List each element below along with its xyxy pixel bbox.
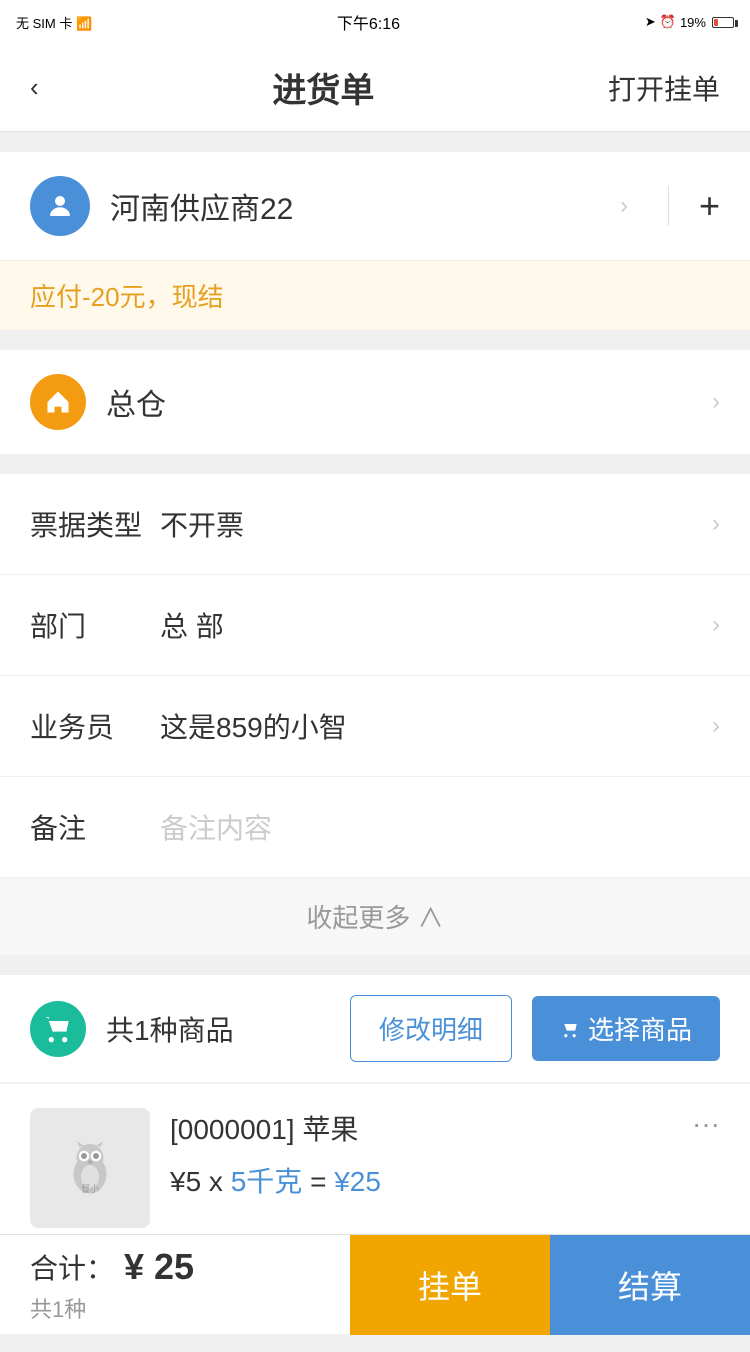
gap-4 (0, 955, 750, 975)
status-bar: 无 SIM 卡 ‪📶 下午6:16 ➤ ⏰ 19% (0, 0, 750, 44)
supplier-name: 河南供应商22 (110, 184, 620, 228)
salesperson-chevron-icon: › (712, 712, 720, 740)
product-quantity: 5千克 (231, 1166, 303, 1197)
hang-button[interactable]: 挂单 (350, 1235, 550, 1335)
gap-1 (0, 132, 750, 152)
product-unit-price: ¥5 x (170, 1166, 231, 1197)
status-time: 下午6:16 (337, 10, 400, 34)
supplier-section: 河南供应商22 › + 应付-20元，现结 (0, 152, 750, 330)
products-icon-bg (30, 1001, 86, 1057)
product-name: [0000001] 苹果 (170, 1108, 672, 1148)
gap-3 (0, 454, 750, 474)
checkout-button[interactable]: 结算 (550, 1235, 750, 1335)
salesperson-value: 这是859的小智 (160, 706, 712, 746)
total-section: 合计： ¥ 25 共1种 (0, 1246, 350, 1324)
product-thumbnail: 督小 (30, 1108, 150, 1228)
total-amount: ¥ 25 (124, 1246, 194, 1288)
product-code: [0000001] (170, 1114, 302, 1145)
product-item: 督小 [0000001] 苹果 ¥5 x 5千克 = ¥25 ··· (0, 1084, 750, 1252)
supplier-avatar (30, 176, 90, 236)
remark-input[interactable]: 备注内容 (160, 807, 720, 847)
open-hang-button[interactable]: 打开挂单 (608, 68, 720, 108)
remark-row[interactable]: 备注 备注内容 (0, 777, 750, 878)
svg-text:督小: 督小 (81, 1183, 99, 1194)
nav-bar: ‹ 进货单 打开挂单 (0, 44, 750, 132)
divider (668, 186, 669, 226)
add-supplier-button[interactable]: + (699, 185, 720, 227)
department-value: 总 部 (160, 605, 712, 645)
select-product-label: 选择商品 (588, 1010, 692, 1047)
alarm-icon: ⏰ (660, 14, 676, 30)
edit-detail-button[interactable]: 修改明细 (350, 995, 512, 1062)
page-title: 进货单 (272, 63, 374, 112)
supplier-row[interactable]: 河南供应商22 › + (0, 152, 750, 261)
warehouse-section: 总仓 › (0, 350, 750, 454)
product-count-label: 共1种商品 (106, 1009, 330, 1049)
salesperson-row[interactable]: 业务员 这是859的小智 › (0, 676, 750, 777)
battery-icon (712, 17, 734, 28)
invoice-type-label: 票据类型 (30, 504, 160, 544)
total-sub: 共1种 (30, 1292, 320, 1324)
cart-icon (42, 1013, 74, 1045)
invoice-type-row[interactable]: 票据类型 不开票 › (0, 474, 750, 575)
total-main: 合计： ¥ 25 (30, 1246, 320, 1288)
balance-hint: 应付-20元，现结 (0, 261, 750, 330)
bottom-bar: 合计： ¥ 25 共1种 挂单 结算 (0, 1234, 750, 1334)
back-button[interactable]: ‹ (30, 72, 39, 103)
invoice-type-value: 不开票 (160, 504, 712, 544)
product-price: ¥5 x 5千克 = ¥25 (170, 1160, 672, 1200)
collapse-row[interactable]: 收起更多 ∧ (0, 878, 750, 955)
warehouse-name: 总仓 (106, 380, 712, 424)
status-right: ➤ ⏰ 19% (645, 14, 734, 30)
product-total-price: ¥25 (334, 1166, 381, 1197)
collapse-label: 收起更多 ∧ (306, 898, 443, 935)
warehouse-chevron-icon: › (712, 388, 720, 416)
warehouse-icon-bg (30, 374, 86, 430)
select-product-button[interactable]: 选择商品 (532, 996, 720, 1061)
product-info: [0000001] 苹果 ¥5 x 5千克 = ¥25 (170, 1108, 672, 1200)
select-product-icon (560, 1019, 580, 1039)
battery-fill (714, 19, 718, 26)
supplier-chevron-icon: › (620, 192, 628, 220)
battery-percent: 19% (680, 15, 706, 30)
form-section: 票据类型 不开票 › 部门 总 部 › 业务员 这是859的小智 › 备注 备注… (0, 474, 750, 878)
department-chevron-icon: › (712, 611, 720, 639)
total-label: 合计： (30, 1247, 114, 1287)
product-menu-button[interactable]: ··· (692, 1108, 720, 1140)
status-left: 无 SIM 卡 ‪📶 (16, 13, 92, 32)
gap-2 (0, 330, 750, 350)
product-title: 苹果 (302, 1114, 358, 1145)
warehouse-row[interactable]: 总仓 › (0, 350, 750, 454)
invoice-chevron-icon: › (712, 510, 720, 538)
product-equals: = (310, 1166, 334, 1197)
house-icon (44, 388, 72, 416)
product-owl-icon: 督小 (60, 1138, 120, 1198)
department-row[interactable]: 部门 总 部 › (0, 575, 750, 676)
department-label: 部门 (30, 605, 160, 645)
salesperson-label: 业务员 (30, 706, 160, 746)
products-header: 共1种商品 修改明细 选择商品 (0, 975, 750, 1082)
location-icon: ➤ (645, 14, 656, 30)
remark-label: 备注 (30, 807, 160, 847)
person-icon (45, 191, 75, 221)
